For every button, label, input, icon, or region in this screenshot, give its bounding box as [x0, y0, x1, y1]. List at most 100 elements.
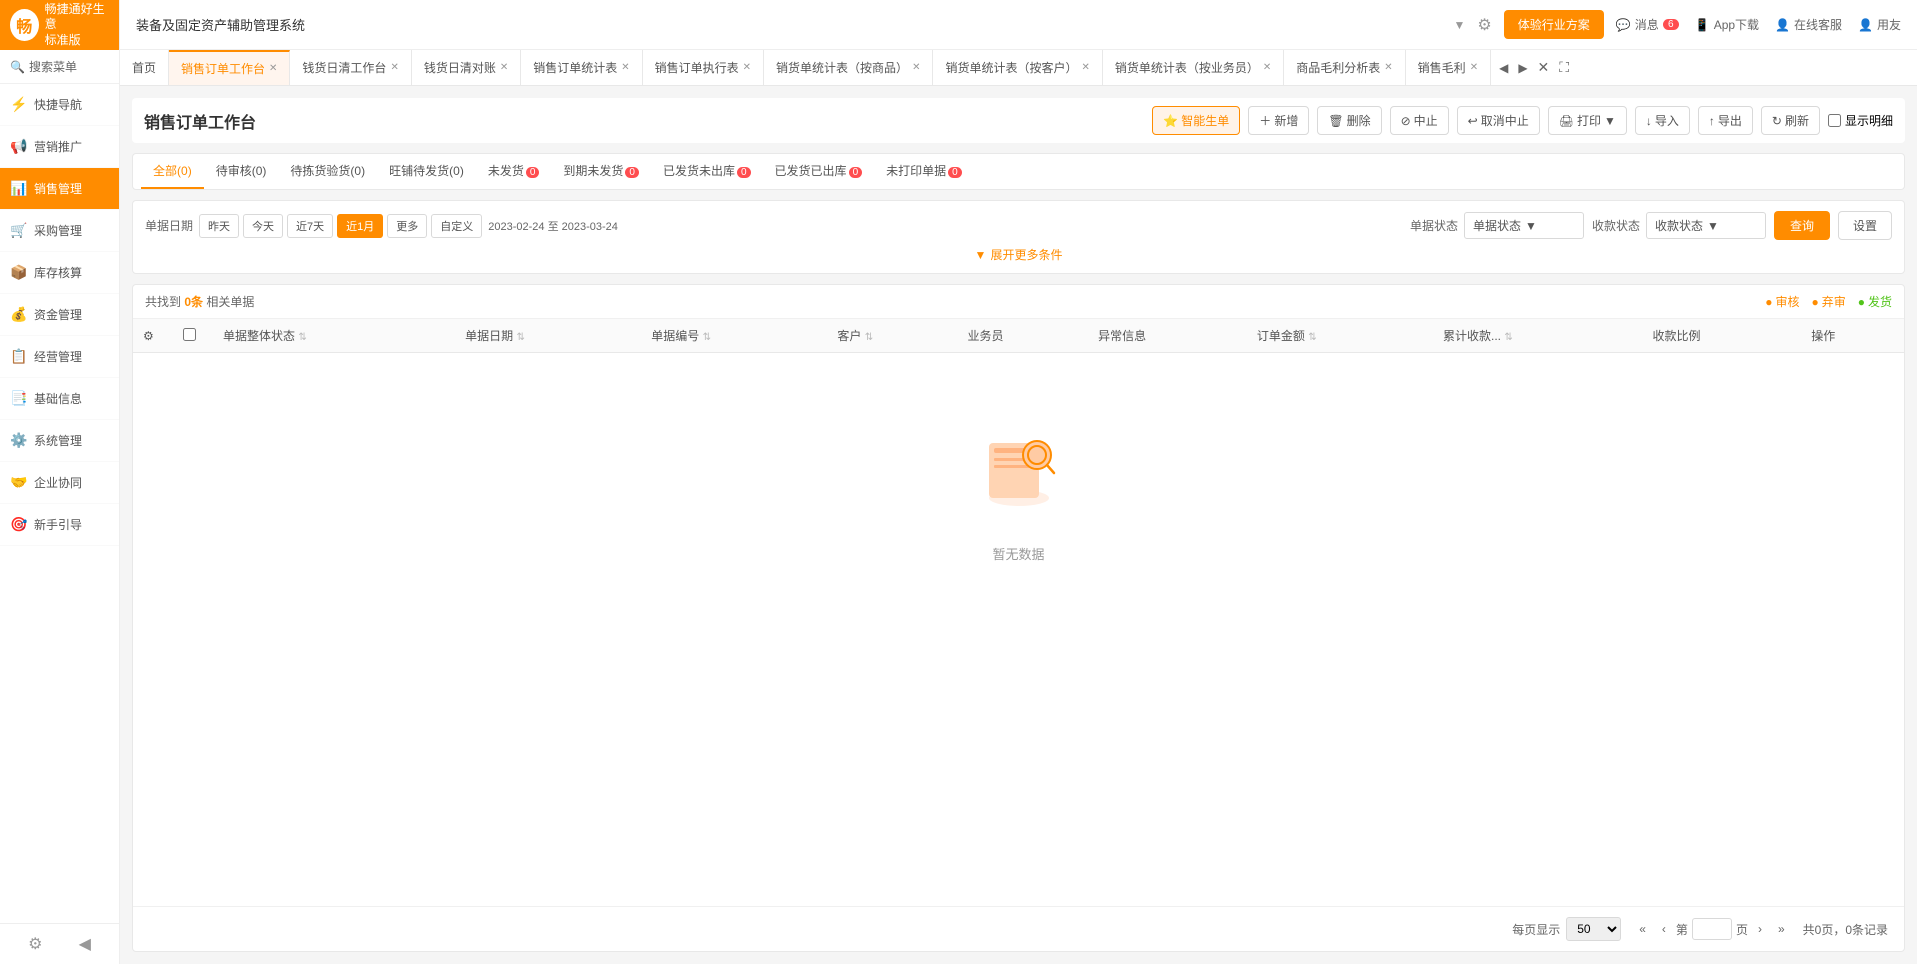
refresh-btn[interactable]: ↻ 刷新: [1761, 106, 1820, 135]
tab-close-icon[interactable]: ✕: [621, 62, 629, 73]
tab-close-icon[interactable]: ✕: [743, 62, 751, 73]
1month-btn[interactable]: 近1月: [337, 214, 383, 238]
next-page-btn[interactable]: ›: [1752, 919, 1768, 939]
sub-tab-pending-review[interactable]: 待审核(0): [204, 154, 279, 189]
sidebar-item-guide[interactable]: 🎯 新手引导: [0, 504, 119, 546]
page-label: 第: [1676, 921, 1688, 938]
tab-close-icon[interactable]: ✕: [269, 63, 277, 74]
tab-sales-by-product[interactable]: 销货单统计表（按商品） ✕: [764, 50, 933, 86]
sub-tab-expired-not-shipped[interactable]: 到期未发货0: [551, 154, 651, 189]
sidebar-item-marketing[interactable]: 📢 营销推广: [0, 126, 119, 168]
message-btn[interactable]: 💬 消息 6: [1616, 16, 1679, 33]
sub-tab-pending-inspect[interactable]: 待拣货验货(0): [278, 154, 377, 189]
experience-btn[interactable]: 体验行业方案: [1504, 10, 1604, 39]
stop-icon: ⊘: [1401, 114, 1411, 128]
sub-tab-wangpu[interactable]: 旺铺待发货(0): [377, 154, 476, 189]
sidebar-item-operations[interactable]: 📋 经营管理: [0, 336, 119, 378]
th-checkbox[interactable]: [173, 319, 213, 353]
sidebar-item-enterprise[interactable]: 🤝 企业协同: [0, 462, 119, 504]
sub-tab-shipped-out[interactable]: 已发货已出库0: [763, 154, 875, 189]
export-btn[interactable]: ↑ 导出: [1698, 106, 1753, 135]
tab-expand-icon[interactable]: ⛶: [1555, 57, 1573, 78]
status-select[interactable]: 单据状态 ▼: [1464, 212, 1584, 239]
sub-tab-all[interactable]: 全部(0): [141, 154, 204, 189]
sidebar-item-system[interactable]: ⚙️ 系统管理: [0, 420, 119, 462]
tab-sales-by-staff[interactable]: 销货单统计表（按业务员） ✕: [1103, 50, 1284, 86]
search-label: 搜索菜单: [29, 58, 77, 75]
import-btn[interactable]: ↓ 导入: [1635, 106, 1690, 135]
detail-checkbox-input[interactable]: [1828, 114, 1841, 127]
show-detail-checkbox[interactable]: 显示明细: [1828, 112, 1893, 129]
settings-gear-icon[interactable]: ⚙: [28, 934, 42, 954]
today-btn[interactable]: 今天: [243, 214, 283, 238]
tab-home[interactable]: 首页: [120, 50, 169, 86]
sort-icon[interactable]: ⇅: [1504, 332, 1512, 343]
select-all-checkbox[interactable]: [183, 328, 196, 341]
cancel-review-op[interactable]: ● 弃审: [1811, 293, 1845, 310]
tab-sales-by-customer[interactable]: 销货单统计表（按客户） ✕: [933, 50, 1102, 86]
tab-cash-daily[interactable]: 钱货日清工作台 ✕: [290, 50, 411, 86]
cancel-stop-btn[interactable]: ↩ 取消中止: [1457, 106, 1540, 135]
settings-icon[interactable]: ⚙: [1477, 15, 1491, 35]
stop-btn[interactable]: ⊘ 中止: [1390, 106, 1449, 135]
tab-close-icon[interactable]: ✕: [1470, 62, 1478, 73]
expand-filter-btn[interactable]: ▼ 展开更多条件: [145, 246, 1892, 263]
tab-close-icon[interactable]: ✕: [390, 62, 398, 73]
tab-close-icon[interactable]: ✕: [1081, 62, 1089, 73]
dropdown-arrow-icon[interactable]: ▼: [1454, 18, 1466, 32]
page-number-input[interactable]: 1: [1692, 918, 1732, 940]
sidebar-item-inventory[interactable]: 📦 库存核算: [0, 252, 119, 294]
app-download-btn[interactable]: 📱 App下载: [1695, 16, 1759, 33]
sidebar-item-finance[interactable]: 💰 资金管理: [0, 294, 119, 336]
tab-sales-stats[interactable]: 销售订单统计表 ✕: [521, 50, 642, 86]
sort-icon[interactable]: ⇅: [516, 332, 524, 343]
delete-btn[interactable]: 🗑 删除: [1317, 106, 1381, 135]
online-service-btn[interactable]: 👤 在线客服: [1775, 16, 1842, 33]
collapse-icon[interactable]: ◀: [79, 934, 91, 954]
7days-btn[interactable]: 近7天: [287, 214, 333, 238]
sub-tab-not-printed[interactable]: 未打印单据0: [874, 154, 974, 189]
th-setting[interactable]: ⚙: [133, 319, 173, 353]
send-op[interactable]: ● 发货: [1858, 293, 1892, 310]
first-page-btn[interactable]: «: [1633, 919, 1652, 939]
add-btn[interactable]: ＋ 新增: [1248, 106, 1309, 135]
print-btn[interactable]: 🖨 打印 ▼: [1548, 106, 1627, 135]
query-btn[interactable]: 查询: [1774, 211, 1830, 240]
yesterday-btn[interactable]: 昨天: [199, 214, 239, 238]
sub-tab-not-shipped[interactable]: 未发货0: [476, 154, 552, 189]
filter-right: 单据状态 单据状态 ▼ 收款状态 收款状态 ▼: [1410, 211, 1892, 240]
sub-tab-shipped-not-out[interactable]: 已发货未出库0: [651, 154, 763, 189]
tab-sales-workbench[interactable]: 销售订单工作台 ✕: [169, 50, 290, 86]
tab-close-icon[interactable]: ✕: [1384, 62, 1392, 73]
prev-page-btn[interactable]: ‹: [1656, 919, 1672, 939]
tab-gross-analysis[interactable]: 商品毛利分析表 ✕: [1284, 50, 1405, 86]
tab-sales-profit[interactable]: 销售毛利 ✕: [1406, 50, 1491, 86]
set-btn[interactable]: 设置: [1838, 211, 1892, 240]
tab-close-all-icon[interactable]: ✕: [1534, 57, 1554, 78]
tab-close-icon[interactable]: ✕: [1263, 62, 1271, 73]
sidebar-item-quick-nav[interactable]: ⚡ 快捷导航: [0, 84, 119, 126]
tab-next-icon[interactable]: ▶: [1514, 59, 1531, 77]
sidebar-search[interactable]: 🔍 搜索菜单: [0, 50, 119, 84]
sidebar-item-purchase[interactable]: 🛒 采购管理: [0, 210, 119, 252]
page-size-select[interactable]: 10 20 50 100: [1566, 917, 1621, 941]
sort-icon[interactable]: ⇅: [865, 332, 873, 343]
tab-close-icon[interactable]: ✕: [500, 62, 508, 73]
smart-gen-btn[interactable]: ⭐ 智能生单: [1152, 106, 1240, 135]
sort-icon[interactable]: ⇅: [703, 332, 711, 343]
tab-cash-account[interactable]: 钱货日清对账 ✕: [412, 50, 521, 86]
table-scroll-area[interactable]: ⚙ 单据整体状态 ⇅ 单据日期 ⇅ 单据编号: [133, 319, 1904, 906]
user-btn[interactable]: 👤 用友: [1858, 16, 1901, 33]
more-btn[interactable]: 更多: [387, 214, 427, 238]
sidebar-item-basic[interactable]: 📑 基础信息: [0, 378, 119, 420]
tab-prev-icon[interactable]: ◀: [1495, 59, 1512, 77]
last-page-btn[interactable]: »: [1772, 919, 1791, 939]
tab-close-icon[interactable]: ✕: [912, 62, 920, 73]
review-op[interactable]: ● 审核: [1765, 293, 1799, 310]
payment-select[interactable]: 收款状态 ▼: [1646, 212, 1766, 239]
sidebar-item-sales[interactable]: 📊 销售管理: [0, 168, 119, 210]
sort-icon[interactable]: ⇅: [298, 332, 306, 343]
tab-sales-exec[interactable]: 销售订单执行表 ✕: [643, 50, 764, 86]
custom-btn[interactable]: 自定义: [431, 214, 482, 238]
sort-icon[interactable]: ⇅: [1308, 332, 1316, 343]
